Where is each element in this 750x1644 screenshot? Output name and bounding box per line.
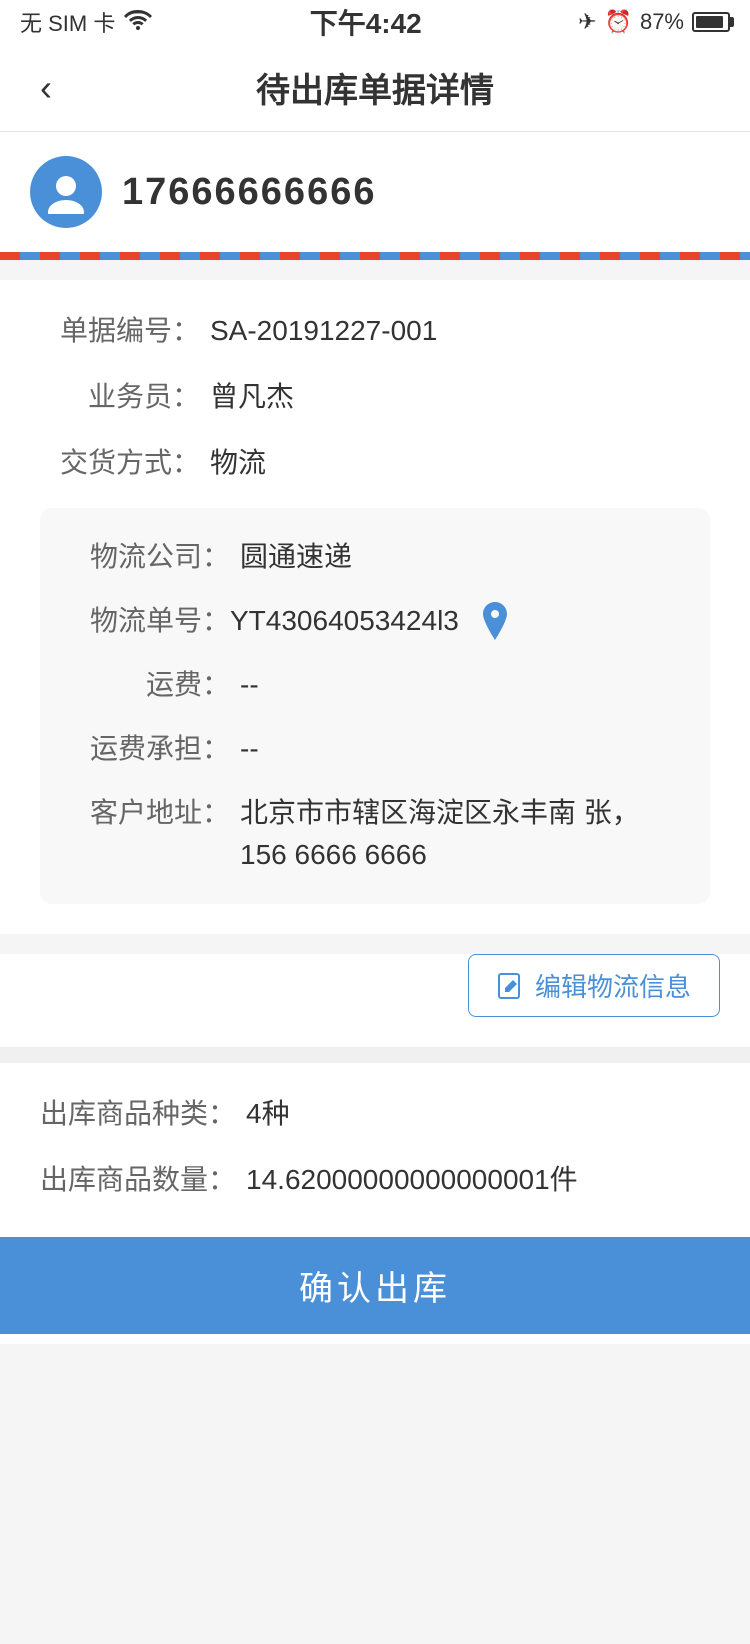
edit-logistics-button[interactable]: 编辑物流信息 [468,954,720,1017]
salesman-row: 业务员： 曾凡杰 [40,376,710,418]
tracking-label: 物流单号： [70,600,230,642]
alarm-icon: ⏰ [605,9,632,35]
delivery-row: 交货方式： 物流 [40,442,710,484]
section-divider [0,1047,750,1063]
salesman-label: 业务员： [40,376,200,418]
carrier-text: 无 SIM 卡 [20,6,115,38]
battery-icon [692,12,730,32]
nav-bar: ‹ 待出库单据详情 [0,44,750,132]
status-bar: 无 SIM 卡 下午4:42 ✈ ⏰ 87% [0,0,750,44]
types-label: 出库商品种类： [40,1093,236,1135]
delivery-value: 物流 [210,442,710,484]
order-info-section: 单据编号： SA-20191227-001 业务员： 曾凡杰 交货方式： 物流 … [0,280,750,934]
salesman-value: 曾凡杰 [210,376,710,418]
types-value: 4种 [246,1093,710,1135]
wifi-icon [123,8,153,36]
logistics-card: 物流公司： 圆通速递 物流单号： YT43064053424l3 运费： -- [40,508,710,904]
order-no-row: 单据编号： SA-20191227-001 [40,310,710,352]
edit-icon [497,972,525,1000]
battery-text: 87% [640,9,684,35]
location-active-icon: ✈ [578,9,596,35]
user-phone: 17666666666 [122,171,376,214]
tracking-row: 物流单号： YT43064053424l3 [70,600,680,642]
bottom-spacer [0,1344,750,1544]
tracking-number: YT43064053424l3 [230,600,459,642]
freight-row: 运费： -- [70,664,680,706]
confirm-btn-wrapper[interactable]: 确认出库 [0,1237,750,1334]
address-row: 客户地址： 北京市市辖区海淀区永丰南 张，156 6666 6666 [70,792,680,876]
quantity-label: 出库商品数量： [40,1159,236,1201]
main-content: 17666666666 单据编号： SA-20191227-001 业务员： 曾… [0,132,750,1644]
freight-value: -- [240,664,680,706]
company-row: 物流公司： 圆通速递 [70,536,680,578]
status-time: 下午4:42 [310,2,422,42]
status-left: 无 SIM 卡 [20,6,153,38]
company-value: 圆通速递 [240,536,680,578]
address-label: 客户地址： [70,792,230,834]
stats-section: 出库商品种类： 4种 出库商品数量： 14.62000000000000001件 [0,1063,750,1231]
edit-btn-label: 编辑物流信息 [535,967,691,1004]
confirm-btn-text: 确认出库 [299,1270,451,1308]
tracking-value-row: YT43064053424l3 [230,600,515,642]
freight-bearer-value: -- [240,728,680,770]
edit-btn-container: 编辑物流信息 [0,954,750,1047]
freight-bearer-label: 运费承担： [70,728,230,770]
back-button[interactable]: ‹ [30,57,62,119]
dashed-divider [0,252,750,260]
quantity-value: 14.62000000000000001件 [246,1159,710,1201]
status-right: ✈ ⏰ 87% [578,9,730,35]
user-avatar [30,156,102,228]
types-row: 出库商品种类： 4种 [40,1093,710,1135]
freight-label: 运费： [70,664,230,706]
order-no-value: SA-20191227-001 [210,310,710,352]
page-title: 待出库单据详情 [256,63,494,112]
order-no-label: 单据编号： [40,310,200,352]
address-value: 北京市市辖区海淀区永丰南 张，156 6666 6666 [240,792,680,876]
location-pin-button[interactable] [475,601,515,641]
user-header: 17666666666 [0,132,750,252]
freight-bearer-row: 运费承担： -- [70,728,680,770]
quantity-row: 出库商品数量： 14.62000000000000001件 [40,1159,710,1201]
company-label: 物流公司： [70,536,230,578]
delivery-label: 交货方式： [40,442,200,484]
